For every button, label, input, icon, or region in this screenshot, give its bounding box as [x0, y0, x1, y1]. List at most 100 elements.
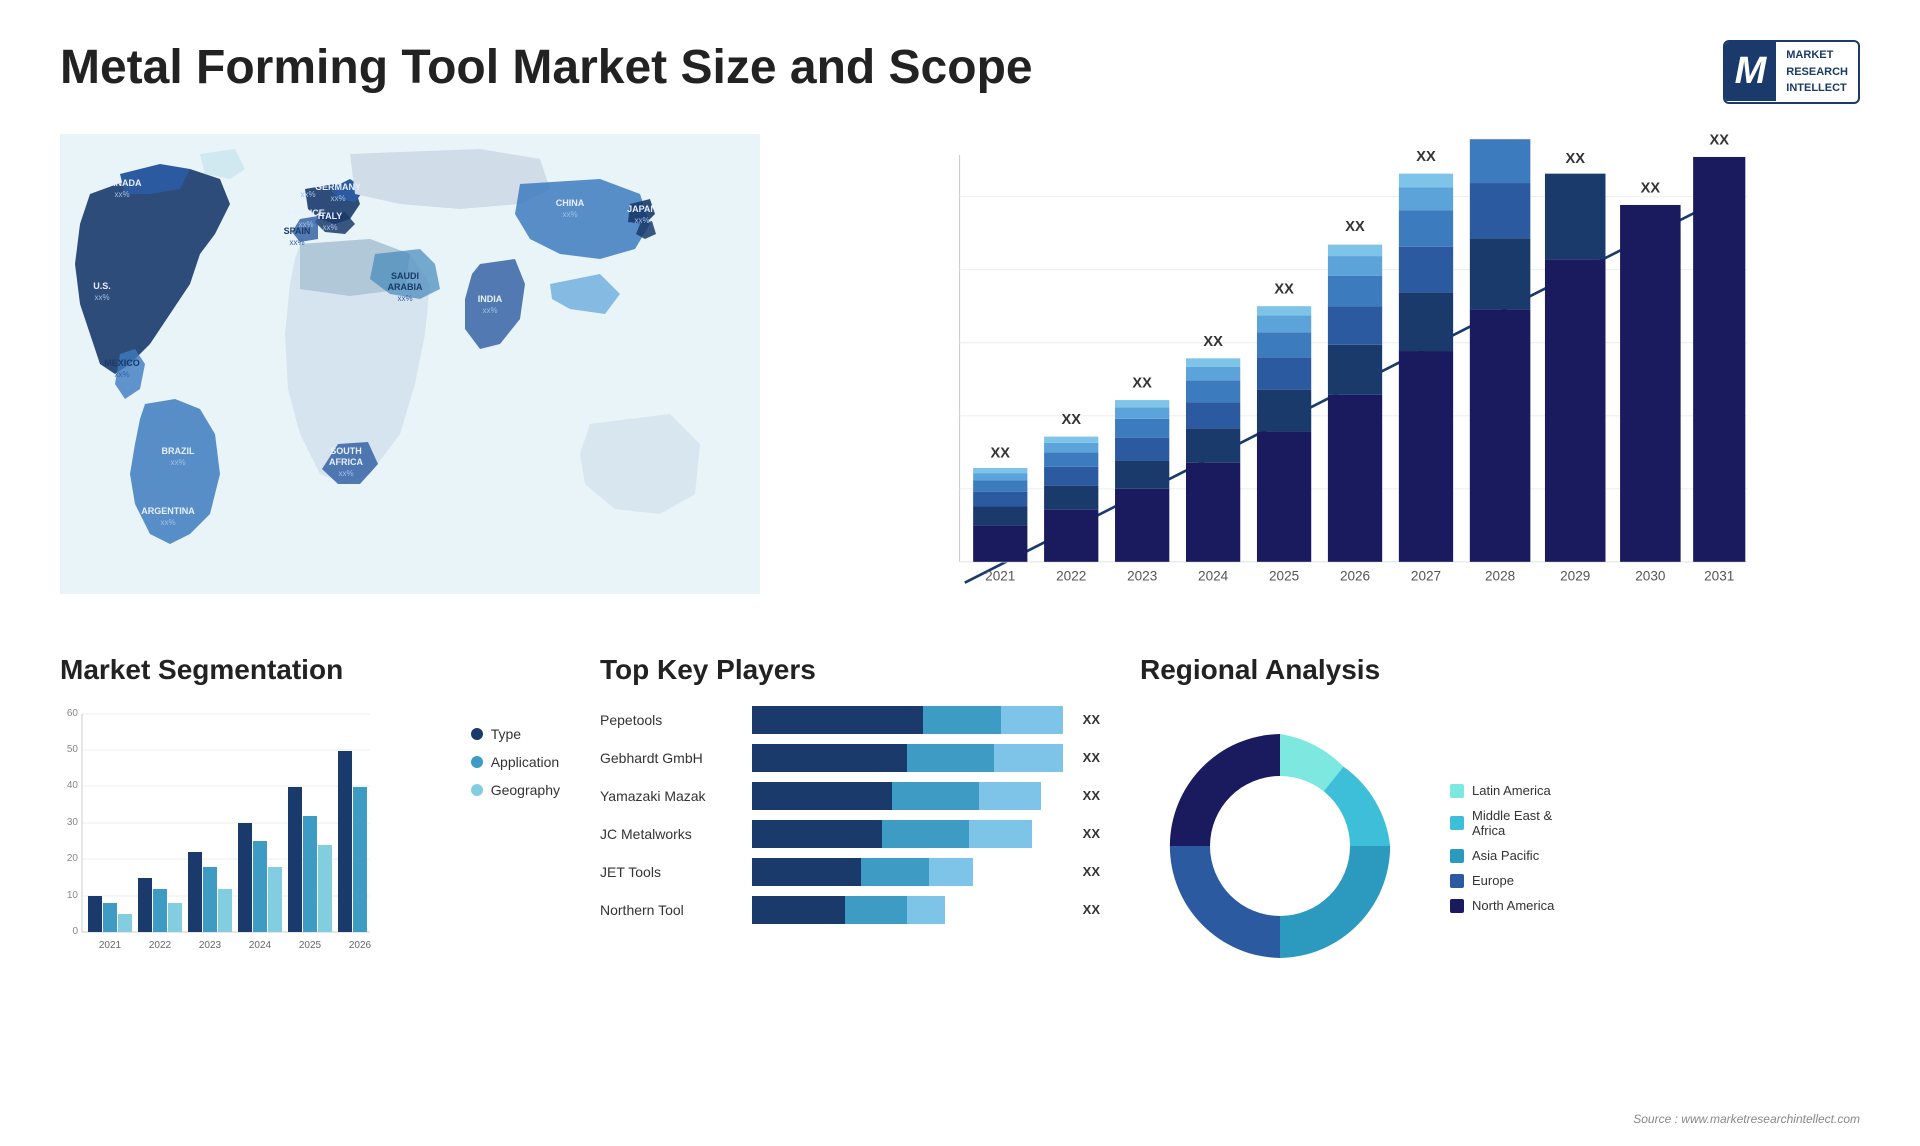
legend-dot-geography	[471, 784, 483, 796]
player-bar	[752, 858, 1063, 886]
legend-middle-east: Middle East &Africa	[1450, 808, 1554, 838]
svg-text:CANADA: CANADA	[103, 178, 142, 188]
player-value: XX	[1083, 750, 1100, 765]
svg-text:30: 30	[67, 817, 79, 828]
color-box-europe	[1450, 874, 1464, 888]
svg-text:xx%: xx%	[170, 458, 185, 467]
svg-text:BRAZIL: BRAZIL	[162, 446, 195, 456]
svg-text:ITALY: ITALY	[318, 211, 343, 221]
player-value: XX	[1083, 902, 1100, 917]
player-row: JET Tools XX	[600, 858, 1100, 886]
svg-text:xx%: xx%	[114, 370, 129, 379]
player-value: XX	[1083, 712, 1100, 727]
svg-text:2024: 2024	[249, 940, 272, 951]
color-box-latin	[1450, 784, 1464, 798]
svg-text:xx%: xx%	[482, 306, 497, 315]
segmentation-section: Market Segmentation 0 10 20 30 40 50 60	[60, 654, 560, 991]
player-name: JET Tools	[600, 864, 740, 880]
svg-text:XX: XX	[1565, 151, 1585, 167]
svg-text:2022: 2022	[1056, 568, 1086, 583]
svg-text:20: 20	[67, 853, 79, 864]
chart-section: XX 2021 XX 2022	[800, 134, 1860, 614]
legend-latin-america: Latin America	[1450, 783, 1554, 798]
svg-text:xx%: xx%	[94, 293, 109, 302]
svg-text:2021: 2021	[99, 940, 122, 951]
svg-text:40: 40	[67, 780, 79, 791]
page-title: Metal Forming Tool Market Size and Scope	[60, 40, 1033, 95]
svg-text:2022: 2022	[149, 940, 172, 951]
players-section: Top Key Players Pepetools XX Gebhardt Gm…	[600, 654, 1100, 991]
svg-text:2029: 2029	[1560, 568, 1590, 583]
svg-text:XX: XX	[1345, 219, 1365, 235]
player-bar	[752, 706, 1063, 734]
svg-text:xx%: xx%	[634, 216, 649, 225]
svg-text:2026: 2026	[1340, 568, 1370, 583]
donut-legend: Latin America Middle East &Africa Asia P…	[1450, 783, 1554, 913]
player-bar	[752, 896, 1063, 924]
top-row: CANADA xx% U.S. xx% MEXICO xx% BRAZIL xx…	[60, 134, 1860, 614]
svg-text:SAUDI: SAUDI	[391, 271, 419, 281]
player-name: JC Metalworks	[600, 826, 740, 842]
player-value: XX	[1083, 788, 1100, 803]
player-bar	[752, 820, 1063, 848]
player-row: Pepetools XX	[600, 706, 1100, 734]
map-section: CANADA xx% U.S. xx% MEXICO xx% BRAZIL xx…	[60, 134, 760, 614]
regional-title: Regional Analysis	[1140, 654, 1860, 686]
svg-text:2024: 2024	[1198, 568, 1229, 583]
svg-text:XX: XX	[1203, 333, 1223, 349]
svg-text:2028: 2028	[1485, 568, 1515, 583]
svg-text:xx%: xx%	[160, 518, 175, 527]
legend-asia-pacific: Asia Pacific	[1450, 848, 1554, 863]
player-row: JC Metalworks XX	[600, 820, 1100, 848]
color-box-asia	[1450, 849, 1464, 863]
seg-legend: Type Application Geography	[471, 706, 560, 798]
player-name: Northern Tool	[600, 902, 740, 918]
svg-text:xx%: xx%	[289, 238, 304, 247]
svg-text:2025: 2025	[1269, 568, 1299, 583]
svg-text:0: 0	[72, 926, 78, 937]
svg-text:INDIA: INDIA	[478, 294, 503, 304]
legend-item-geography: Geography	[471, 782, 560, 798]
donut-area: Latin America Middle East &Africa Asia P…	[1140, 706, 1860, 991]
svg-text:GERMANY: GERMANY	[315, 182, 361, 192]
header: Metal Forming Tool Market Size and Scope…	[60, 40, 1860, 104]
svg-text:CHINA: CHINA	[556, 198, 585, 208]
player-bar	[752, 782, 1063, 810]
player-name: Pepetools	[600, 712, 740, 728]
svg-text:JAPAN: JAPAN	[627, 204, 657, 214]
seg-chart: 0 10 20 30 40 50 60	[60, 706, 560, 986]
svg-text:XX: XX	[1132, 375, 1152, 391]
player-row: Gebhardt GmbH XX	[600, 744, 1100, 772]
seg-chart-svg: 0 10 20 30 40 50 60	[60, 706, 380, 966]
player-row: Yamazaki Mazak XX	[600, 782, 1100, 810]
map-svg: CANADA xx% U.S. xx% MEXICO xx% BRAZIL xx…	[60, 134, 760, 594]
svg-text:2026: 2026	[349, 940, 372, 951]
svg-text:2025: 2025	[299, 940, 322, 951]
legend-dot-type	[471, 728, 483, 740]
svg-text:xx%: xx%	[562, 210, 577, 219]
svg-text:ARGENTINA: ARGENTINA	[141, 506, 195, 516]
svg-text:60: 60	[67, 708, 79, 719]
legend-north-america: North America	[1450, 898, 1554, 913]
legend-item-type: Type	[471, 726, 560, 742]
svg-text:SPAIN: SPAIN	[284, 226, 311, 236]
svg-text:2023: 2023	[1127, 568, 1157, 583]
color-box-northam	[1450, 899, 1464, 913]
svg-text:50: 50	[67, 744, 79, 755]
player-value: XX	[1083, 826, 1100, 841]
player-name: Yamazaki Mazak	[600, 788, 740, 804]
donut-svg	[1140, 706, 1420, 986]
svg-text:10: 10	[67, 890, 79, 901]
legend-europe: Europe	[1450, 873, 1554, 888]
svg-text:XX: XX	[1061, 412, 1081, 428]
svg-text:xx%: xx%	[322, 223, 337, 232]
legend-item-application: Application	[471, 754, 560, 770]
svg-text:XX: XX	[1709, 134, 1729, 148]
player-name: Gebhardt GmbH	[600, 750, 740, 766]
donut-chart	[1140, 706, 1420, 991]
svg-text:2027: 2027	[1411, 568, 1441, 583]
svg-text:SOUTH: SOUTH	[330, 446, 362, 456]
logo-letter: M	[1725, 42, 1777, 101]
svg-text:xx%: xx%	[114, 190, 129, 199]
svg-text:2030: 2030	[1635, 568, 1665, 583]
